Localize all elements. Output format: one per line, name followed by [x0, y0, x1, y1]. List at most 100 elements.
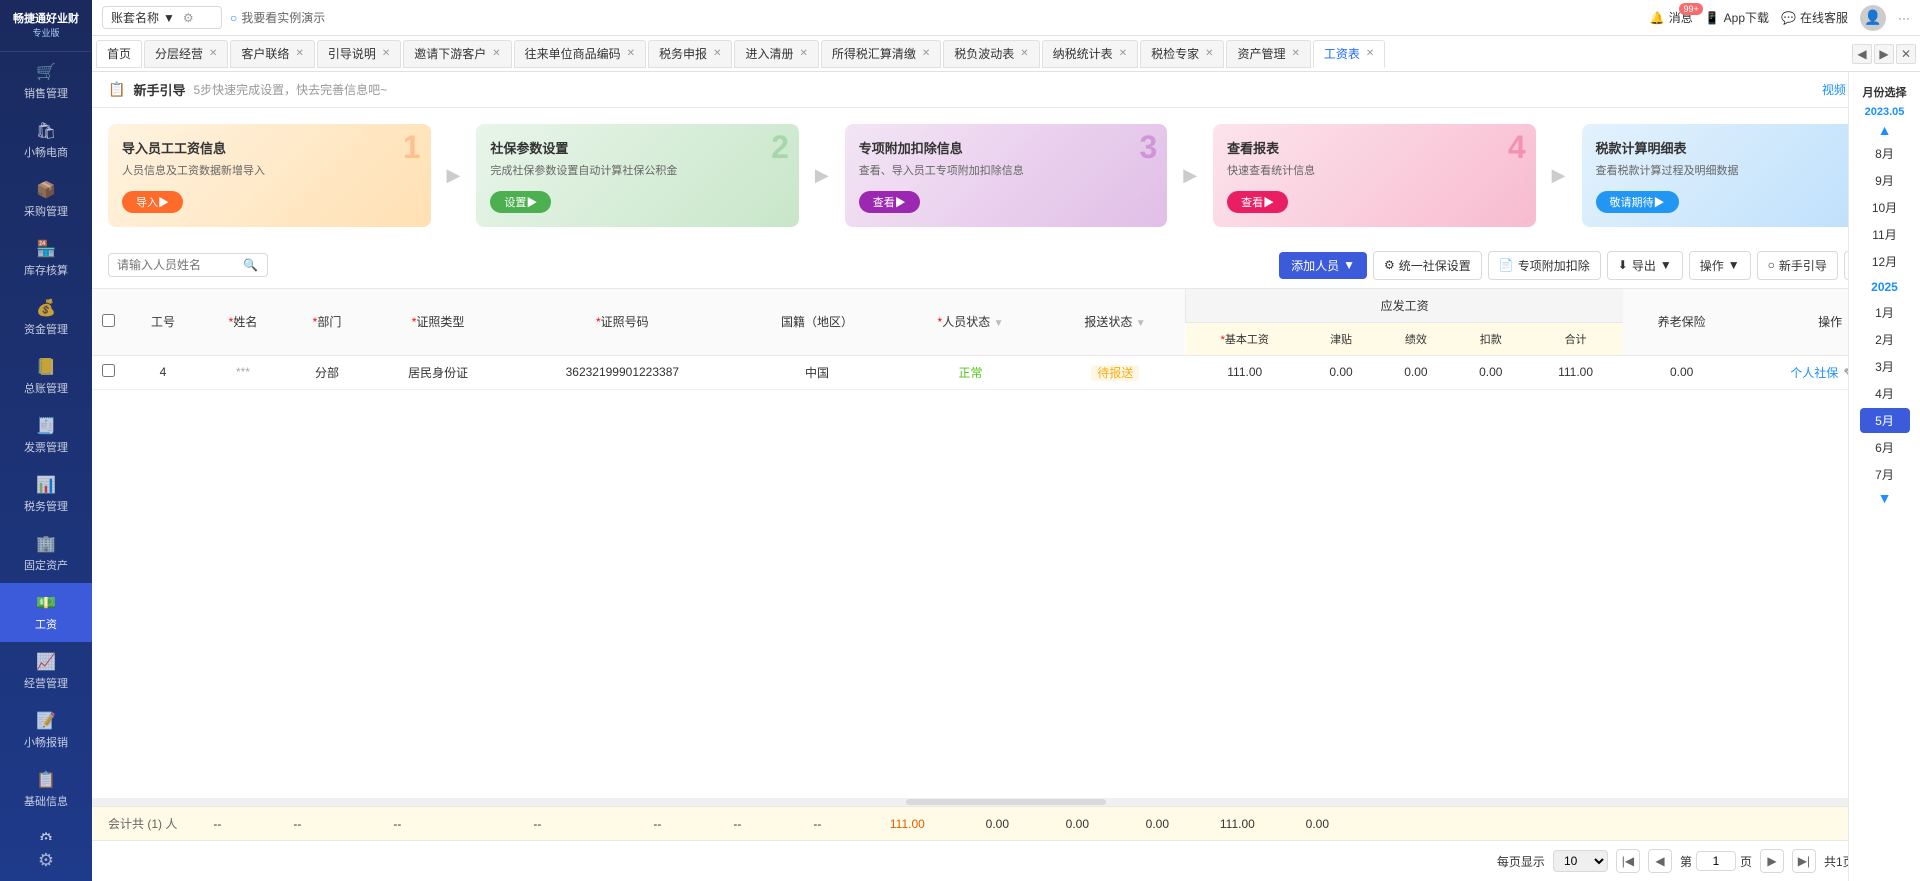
- tab-products[interactable]: 往来单位商品编码✕: [514, 40, 646, 68]
- sidebar-item-ecommerce[interactable]: 🛍 小畅电商: [0, 111, 92, 170]
- tab-close-tax_calc[interactable]: ✕: [922, 48, 930, 59]
- select-all-checkbox[interactable]: [102, 314, 115, 327]
- sidebar-item-purchase[interactable]: 📦 采购管理: [0, 170, 92, 229]
- tab-close-payroll[interactable]: ✕: [1366, 48, 1374, 59]
- scrollbar[interactable]: [92, 798, 1920, 806]
- tab-tax_expert[interactable]: 税检专家 ✕: [1140, 40, 1224, 68]
- more-options-button[interactable]: ···: [1898, 11, 1910, 25]
- step-arrow-3: ▶: [1179, 124, 1201, 227]
- tab-close-guide[interactable]: ✕: [382, 48, 390, 59]
- step-btn-2[interactable]: 设置▶: [490, 191, 551, 213]
- tab-close-tax_report[interactable]: ✕: [713, 48, 721, 59]
- sidebar-item-tax[interactable]: 📊 税务管理: [0, 465, 92, 524]
- first-page-button[interactable]: |◀: [1616, 849, 1640, 873]
- month-item-6[interactable]: 1月: [1860, 300, 1910, 325]
- tab-close-asset[interactable]: ✕: [1292, 48, 1300, 59]
- tab-close-segment[interactable]: ✕: [209, 48, 217, 59]
- sidebar-item-fixed[interactable]: 🏢 固定资产: [0, 524, 92, 583]
- tab-close-invite[interactable]: ✕: [492, 48, 500, 59]
- demo-button[interactable]: ○ 我要看实例演示: [230, 9, 325, 26]
- step-btn-1[interactable]: 导入▶: [122, 191, 183, 213]
- sidebar-item-basic[interactable]: 📋 基础信息: [0, 760, 92, 819]
- step-title-1: 导入员工工资信息: [122, 138, 417, 157]
- account-dropdown[interactable]: 账套名称 ▼ ⚙: [102, 6, 222, 29]
- tab-close-all-button[interactable]: ✕: [1896, 44, 1916, 64]
- step-btn-3[interactable]: 查看▶: [859, 191, 920, 213]
- tab-tax_stat[interactable]: 纳税统计表✕: [1042, 40, 1138, 68]
- sidebar-item-inventory[interactable]: 🏪 库存核算: [0, 229, 92, 288]
- month-item-10[interactable]: 5月: [1860, 408, 1910, 433]
- tab-prev-button[interactable]: ◀: [1852, 44, 1872, 64]
- guide-video-button[interactable]: 视频: [1822, 81, 1846, 98]
- notice-button[interactable]: 🔔 消息 99+: [1650, 9, 1693, 26]
- month-item-3[interactable]: 11月: [1860, 222, 1910, 247]
- tab-close-clear_book[interactable]: ✕: [799, 48, 807, 59]
- row-checkbox-0[interactable]: [102, 364, 115, 377]
- last-page-button[interactable]: ▶|: [1792, 849, 1816, 873]
- tab-close-products[interactable]: ✕: [627, 48, 635, 59]
- special-deduction-button[interactable]: 📄 专项附加扣除: [1488, 251, 1601, 280]
- summary-label: 会计共 (1) 人: [108, 815, 177, 832]
- app-download-button[interactable]: 📱 App下载: [1705, 9, 1769, 26]
- search-icon[interactable]: 🔍: [243, 258, 258, 272]
- sidebar-settings-button[interactable]: ⚙: [0, 840, 92, 881]
- month-item-1[interactable]: 9月: [1860, 168, 1910, 193]
- sidebar-item-ledger[interactable]: 📒 总账管理: [0, 347, 92, 406]
- tab-tax_calc[interactable]: 所得税汇算清缴✕: [821, 40, 941, 68]
- social-security-button[interactable]: ⚙ 统一社保设置: [1373, 251, 1482, 280]
- tab-label-tax_expert: 税检专家: [1151, 45, 1199, 62]
- tab-close-customer[interactable]: ✕: [295, 48, 303, 59]
- sidebar-item-reports[interactable]: 📝 小畅报销: [0, 701, 92, 760]
- page-input[interactable]: [1696, 851, 1736, 871]
- sidebar-icon-ledger: 📒: [36, 357, 56, 377]
- month-item-5[interactable]: 2025: [1860, 276, 1910, 298]
- tab-payroll[interactable]: 工资表✕: [1313, 40, 1385, 68]
- service-label: 在线客服: [1800, 9, 1848, 26]
- month-item-2[interactable]: 10月: [1860, 195, 1910, 220]
- sidebar-item-system[interactable]: ⚙ 系统管理: [0, 819, 92, 840]
- sidebar-item-payroll[interactable]: 💵 工资: [0, 583, 92, 642]
- new-guide-button[interactable]: ○ 新手引导: [1757, 251, 1838, 280]
- month-down-button[interactable]: ▼: [1875, 488, 1895, 508]
- month-item-0[interactable]: 8月: [1860, 141, 1910, 166]
- sidebar-item-invoice[interactable]: 🧾 发票管理: [0, 406, 92, 465]
- month-item-9[interactable]: 4月: [1860, 381, 1910, 406]
- topbar-right: 🔔 消息 99+ 📱 App下载 💬 在线客服 👤 ···: [1650, 5, 1910, 31]
- online-service-button[interactable]: 💬 在线客服: [1781, 9, 1848, 26]
- tab-close-tax_break[interactable]: ✕: [1020, 48, 1028, 59]
- tab-asset[interactable]: 资产管理✕: [1226, 40, 1310, 68]
- sidebar-item-operation[interactable]: 📈 经营管理: [0, 642, 92, 701]
- personal-social-link[interactable]: 个人社保: [1790, 366, 1838, 380]
- month-item-11[interactable]: 6月: [1860, 435, 1910, 460]
- tab-guide[interactable]: 引导说明✕: [317, 40, 401, 68]
- step-title-5: 税款计算明细表: [1596, 138, 1891, 157]
- tab-tax_report[interactable]: 税务申报✕: [648, 40, 732, 68]
- month-up-button[interactable]: ▲: [1875, 120, 1895, 140]
- steps-area: 1 导入员工工资信息 人员信息及工资数据新增导入 导入▶ ▶ 2 社保参数设置 …: [92, 108, 1920, 243]
- month-item-7[interactable]: 2月: [1860, 327, 1910, 352]
- tab-tax_break[interactable]: 税负波动表✕: [943, 40, 1039, 68]
- export-button[interactable]: ⬇ 导出 ▼: [1607, 251, 1683, 280]
- month-item-4[interactable]: 12月: [1860, 249, 1910, 274]
- step-btn-4[interactable]: 查看▶: [1227, 191, 1288, 213]
- tab-home[interactable]: 首页: [96, 40, 142, 68]
- next-page-button[interactable]: ▶: [1760, 849, 1784, 873]
- sidebar-item-sales[interactable]: 🛒 销售管理: [0, 52, 92, 111]
- tab-next-button[interactable]: ▶: [1874, 44, 1894, 64]
- operation-button[interactable]: 操作 ▼: [1689, 251, 1751, 280]
- tab-invite[interactable]: 邀请下游客户✕: [403, 40, 511, 68]
- month-item-8[interactable]: 3月: [1860, 354, 1910, 379]
- month-item-12[interactable]: 7月: [1860, 462, 1910, 487]
- sidebar-item-finance[interactable]: 💰 资金管理: [0, 288, 92, 347]
- tab-close-tax_stat[interactable]: ✕: [1119, 48, 1127, 59]
- tab-customer[interactable]: 客户联络✕: [230, 40, 314, 68]
- add-person-button[interactable]: 添加人员 ▼: [1279, 252, 1367, 279]
- user-avatar[interactable]: 👤: [1860, 5, 1886, 31]
- step-btn-5[interactable]: 敬请期待▶: [1596, 191, 1679, 213]
- tab-clear_book[interactable]: 进入清册✕: [734, 40, 818, 68]
- tab-segment[interactable]: 分层经营✕: [144, 40, 228, 68]
- prev-page-button[interactable]: ◀: [1648, 849, 1672, 873]
- tab-close-tax_expert[interactable]: ✕: [1205, 48, 1213, 59]
- search-input[interactable]: [117, 258, 237, 272]
- page-size-select[interactable]: 10 20 50 100: [1553, 850, 1608, 872]
